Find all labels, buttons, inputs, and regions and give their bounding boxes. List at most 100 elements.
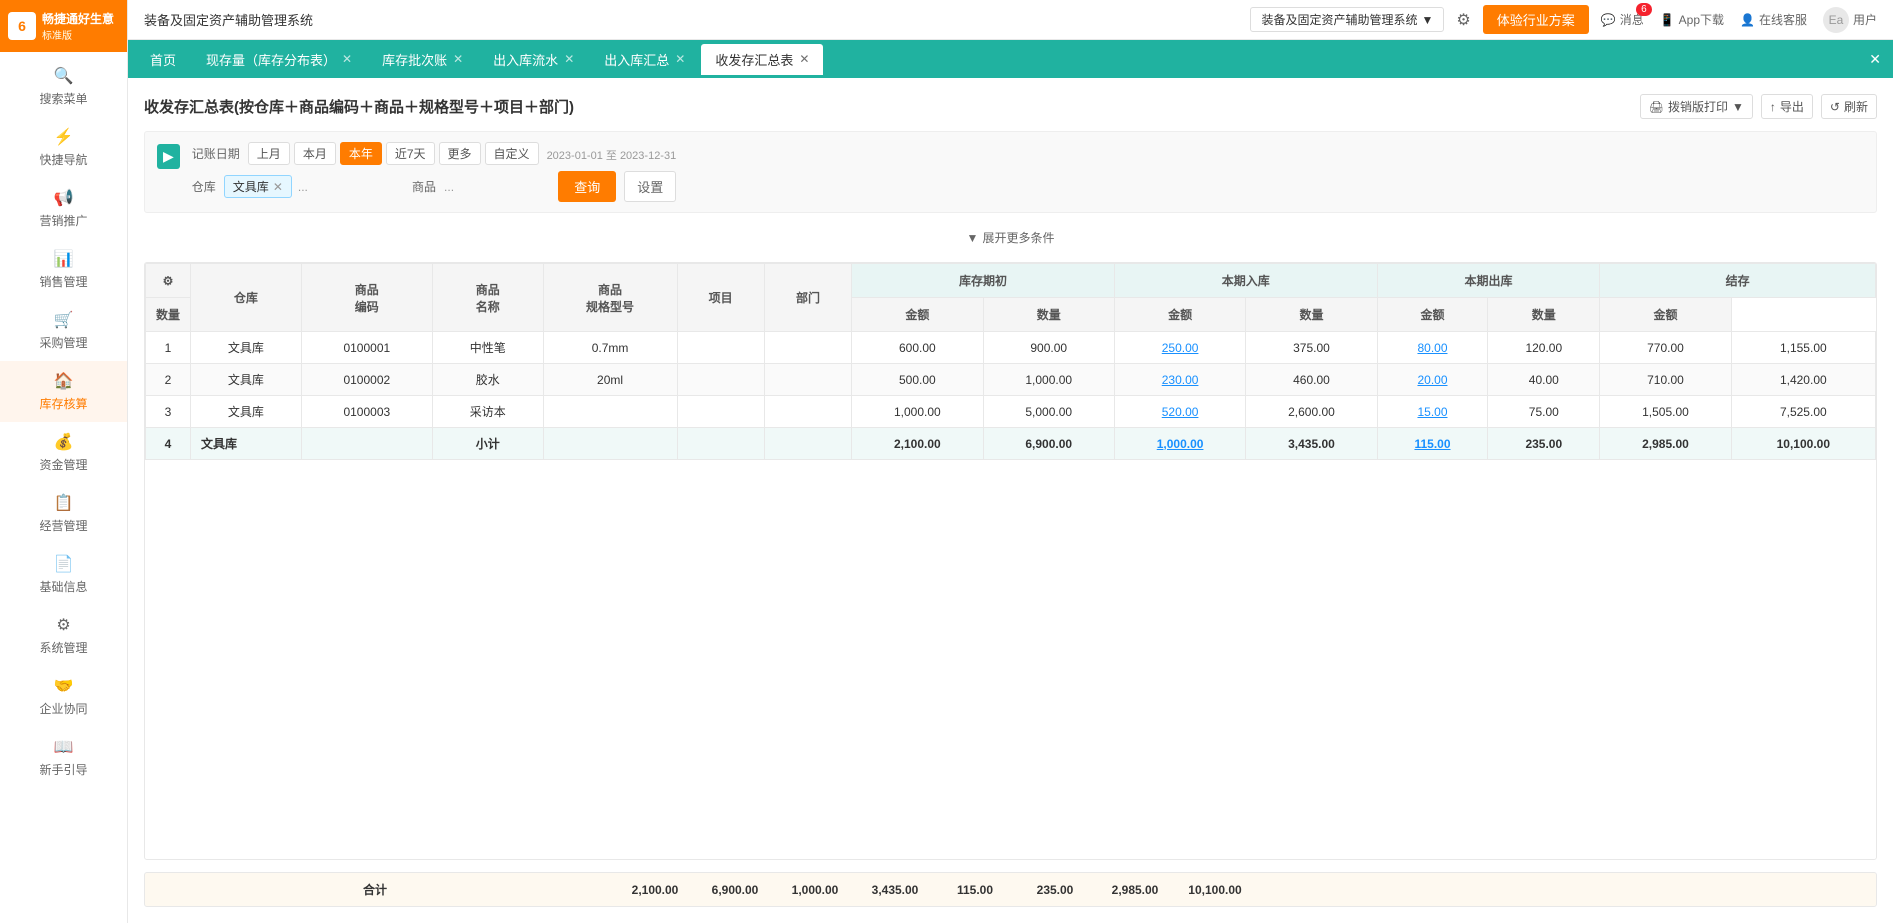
logo-text: 畅捷通好生意 标准版: [42, 10, 114, 42]
tab-label: 首页: [150, 50, 176, 69]
tab-close-btn[interactable]: ✕: [564, 52, 574, 66]
th-opening-amt: 金额: [852, 298, 983, 332]
online-support-btn[interactable]: 👤 在线客服: [1740, 11, 1807, 28]
th-opening-qty: 数量: [146, 298, 191, 332]
sidebar-item-label: 基础信息: [39, 578, 87, 595]
message-btn[interactable]: 💬 消息 6: [1601, 11, 1644, 28]
sidebar-item-label: 系统管理: [39, 639, 87, 656]
date-btn-本月[interactable]: 本月: [294, 142, 336, 165]
th-in-amt: 金额: [1114, 298, 1245, 332]
cell-link[interactable]: 15.00: [1417, 405, 1447, 419]
cell-link[interactable]: 80.00: [1417, 341, 1447, 355]
tab-inout_flow[interactable]: 出入库流水 ✕: [479, 44, 588, 75]
sidebar-item-search[interactable]: 🔍搜索菜单: [0, 56, 127, 117]
date-filter-label: 记账日期: [192, 145, 240, 162]
date-btn-上月[interactable]: 上月: [248, 142, 290, 165]
sidebar-item-enterprise[interactable]: 🤝企业协同: [0, 666, 127, 727]
settings-icon[interactable]: ⚙: [1456, 10, 1470, 30]
tab-label: 库存批次账: [382, 50, 447, 69]
footer-opening-qty: 2,100.00: [615, 883, 695, 897]
cell-link[interactable]: 230.00: [1162, 373, 1199, 387]
table-settings-btn[interactable]: 设置: [624, 171, 676, 202]
sidebar-item-label: 库存核算: [39, 395, 87, 412]
refresh-btn[interactable]: ↺ 刷新: [1821, 94, 1877, 119]
sidebar-item-marketing[interactable]: 📢 营销推广: [0, 178, 127, 239]
date-btn-更多[interactable]: 更多: [439, 142, 481, 165]
sidebar-item-sales[interactable]: 📊销售管理: [0, 239, 127, 300]
export-btn[interactable]: ↑ 导出: [1761, 94, 1813, 119]
quick-icon: ⚡: [54, 127, 74, 147]
avatar: Ea: [1823, 7, 1849, 33]
sidebar-item-label: 营销推广: [39, 212, 87, 229]
sidebar-item-basic[interactable]: 📄 基础信息: [0, 544, 127, 605]
date-btn-本年[interactable]: 本年: [340, 142, 382, 165]
th-dept: 部门: [764, 264, 851, 332]
expand-conditions-btn[interactable]: ▼ 展开更多条件: [967, 229, 1055, 246]
th-in-group: 本期入库: [1114, 264, 1377, 298]
print-icon: 🖨: [1649, 100, 1664, 114]
cell-link[interactable]: 520.00: [1162, 405, 1199, 419]
tab-close-btn[interactable]: ✕: [342, 52, 352, 66]
sidebar-item-inventory[interactable]: 🏠库存核算: [0, 361, 127, 422]
date-btn-自定义[interactable]: 自定义: [485, 142, 539, 165]
th-settings[interactable]: ⚙: [146, 264, 191, 298]
sidebar-item-guide[interactable]: 📖新手引导: [0, 727, 127, 788]
sidebar-item-label: 资金管理: [39, 456, 87, 473]
warehouse-tag-close-btn[interactable]: ✕: [273, 180, 283, 194]
close-all-tabs-btn[interactable]: ✕: [1865, 47, 1885, 72]
warehouse-more-btn[interactable]: ...: [298, 180, 308, 194]
page-title: 收发存汇总表(按仓库＋商品编码＋商品＋规格型号＋项目＋部门): [144, 96, 574, 117]
experience-btn[interactable]: 体验行业方案: [1483, 5, 1589, 34]
warehouse-tag[interactable]: 文具库 ✕: [224, 175, 292, 198]
tab-label: 出入库流水: [493, 50, 558, 69]
filter-toggle-btn[interactable]: ▶: [157, 144, 180, 169]
query-btn[interactable]: 查询: [558, 171, 616, 202]
tab-inout_summary[interactable]: 出入库汇总✕: [590, 44, 699, 75]
user-btn[interactable]: Ea 用户: [1823, 7, 1877, 33]
tab-close-btn[interactable]: ✕: [453, 52, 463, 66]
sidebar-item-system[interactable]: ⚙ 系统管理: [0, 605, 127, 666]
tab-close-btn[interactable]: ✕: [799, 52, 809, 66]
tab-batch_account[interactable]: 库存批次账 ✕: [368, 44, 477, 75]
sidebar-item-label: 销售管理: [39, 273, 87, 290]
sidebar-item-label: 快捷导航: [39, 151, 87, 168]
data-table-wrapper: ⚙ 仓库 商品编码 商品名称 商品规格型号 项目 部门 库存期初 本期入库 本期…: [144, 262, 1877, 860]
logo[interactable]: 6 畅捷通好生意 标准版: [0, 0, 127, 52]
footer-out-qty: 115.00: [935, 883, 1015, 897]
th-balance-amt: 金额: [1600, 298, 1731, 332]
sidebar-item-finance[interactable]: 💰资金管理: [0, 422, 127, 483]
sidebar-item-purchase[interactable]: 🛒采购管理: [0, 300, 127, 361]
warehouse-filter-row: 仓库 文具库 ✕ ... 商品 ... 查询 设置: [192, 171, 676, 202]
marketing-icon: 📢: [54, 188, 74, 208]
th-warehouse: 仓库: [191, 264, 302, 332]
date-btn-近7天[interactable]: 近7天: [386, 142, 435, 165]
cell-link[interactable]: 20.00: [1417, 373, 1447, 387]
cell-link[interactable]: 115.00: [1414, 437, 1450, 451]
system-dropdown[interactable]: 装备及固定资产辅助管理系统 ▼: [1250, 7, 1444, 32]
sidebar-item-quick[interactable]: ⚡ 快捷导航: [0, 117, 127, 178]
footer-total: 合计 2,100.00 6,900.00 1,000.00 3,435.00 1…: [144, 872, 1877, 907]
tab-recv_send_summary[interactable]: 收发存汇总表✕: [701, 44, 823, 75]
tab-home[interactable]: 首页: [136, 44, 190, 75]
sidebar-item-operations[interactable]: 📋经营管理: [0, 483, 127, 544]
print-btn[interactable]: 🖨 拨销版打印 ▼: [1640, 94, 1753, 119]
support-icon: 👤: [1740, 13, 1755, 27]
table-row: 3文具库0100003采访本1,000.005,000.00520.002,60…: [146, 396, 1876, 428]
tab-close-btn[interactable]: ✕: [675, 52, 685, 66]
basic-icon: 📄: [54, 554, 74, 574]
footer-opening-amt: 6,900.00: [695, 883, 775, 897]
main-content: 装备及固定资产辅助管理系统 装备及固定资产辅助管理系统 ▼ ⚙ 体验行业方案 💬…: [128, 0, 1893, 923]
system-title: 装备及固定资产辅助管理系统: [144, 10, 1238, 29]
th-balance-qty: 数量: [1488, 298, 1600, 332]
tab-inventory_dist[interactable]: 现存量（库存分布表）✕: [192, 44, 366, 75]
goods-more-btn[interactable]: ...: [444, 180, 454, 194]
cell-link[interactable]: 250.00: [1162, 341, 1199, 355]
app-download-btn[interactable]: 📱 App下载: [1660, 11, 1724, 28]
export-icon: ↑: [1770, 100, 1776, 114]
goods-filter-label: 商品: [412, 178, 436, 195]
th-name: 商品名称: [433, 264, 544, 332]
cell-link[interactable]: 1,000.00: [1157, 437, 1204, 451]
system-icon: ⚙: [56, 615, 70, 635]
filter-section: 记账日期 上月本月本年近7天更多自定义 2023-01-01 至 2023-12…: [192, 142, 676, 202]
download-icon: 📱: [1660, 13, 1675, 27]
